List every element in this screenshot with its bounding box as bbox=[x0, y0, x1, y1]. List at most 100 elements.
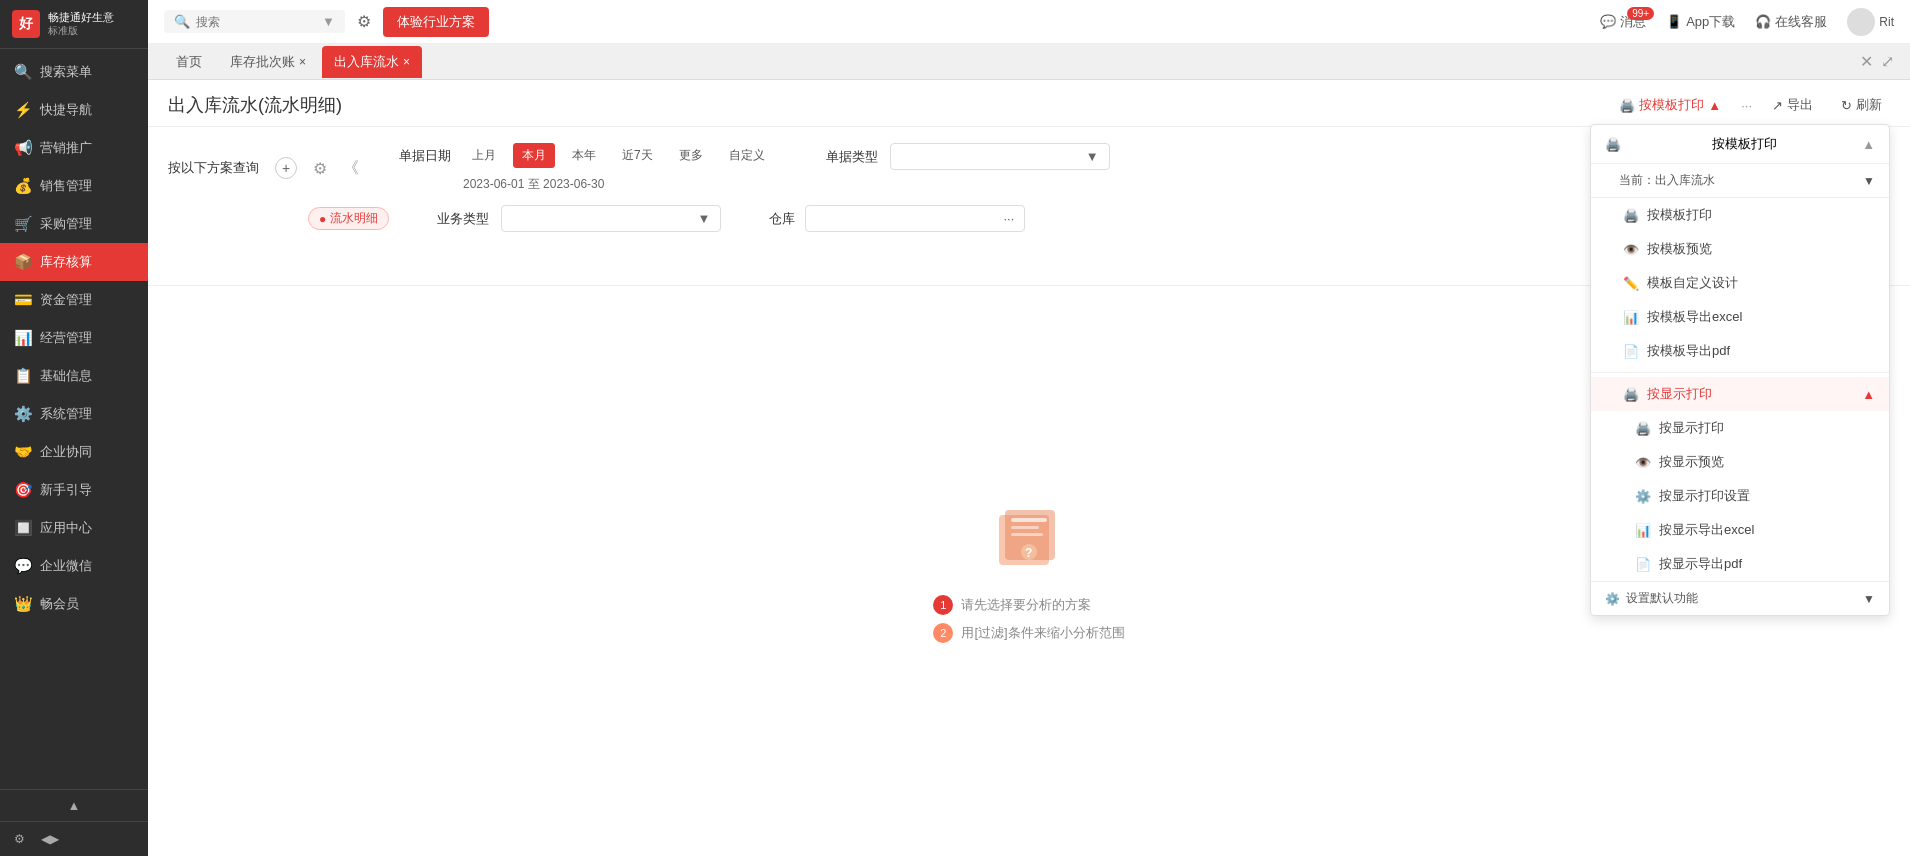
settings-gear-icon[interactable]: ⚙ bbox=[357, 12, 371, 31]
date-btn-last-month[interactable]: 上月 bbox=[463, 143, 505, 168]
dropdown-display-print-group[interactable]: 🖨️ 按显示打印 ▲ bbox=[1591, 377, 1889, 411]
dropdown-display-print-action[interactable]: 🖨️ 按显示打印 bbox=[1591, 411, 1889, 445]
solution-button[interactable]: 体验行业方案 bbox=[383, 7, 489, 37]
basic-info-icon: 📋 bbox=[14, 367, 32, 385]
doc-type-label: 单据类型 bbox=[826, 148, 882, 166]
filter-section-label: 按以下方案查询 bbox=[168, 159, 259, 177]
date-btn-this-month[interactable]: 本月 bbox=[513, 143, 555, 168]
display-print-collapse-icon[interactable]: ▲ bbox=[1862, 387, 1875, 402]
empty-step-2: 2 用[过滤]条件来缩小分析范围 bbox=[933, 623, 1124, 643]
main-content: 🔍 ▼ ⚙ 体验行业方案 💬 消息 99+ 📱 App下载 🎧 在线客服 Rit bbox=[148, 0, 1910, 856]
dropdown-display-print-settings[interactable]: ⚙️ 按显示打印设置 bbox=[1591, 479, 1889, 513]
sidebar-item-quick-nav[interactable]: ⚡ 快捷导航 bbox=[0, 91, 148, 129]
tab-batch-ledger-close[interactable]: × bbox=[299, 55, 306, 69]
empty-step-1: 1 请先选择要分析的方案 bbox=[933, 595, 1124, 615]
filter-add-button[interactable]: + bbox=[275, 157, 297, 179]
tab-batch-ledger[interactable]: 库存批次账 × bbox=[218, 46, 318, 78]
doc-type-select[interactable]: ▼ bbox=[890, 143, 1110, 170]
footer-arrow-icon: ▼ bbox=[1863, 592, 1875, 606]
dropdown-display-export-excel[interactable]: 📊 按显示导出excel bbox=[1591, 513, 1889, 547]
app-download-button[interactable]: 📱 App下载 bbox=[1666, 13, 1735, 31]
dropdown-template-print[interactable]: 🖨️ 按模板打印 bbox=[1591, 198, 1889, 232]
warehouse-filter: 仓库 ··· bbox=[769, 205, 1025, 232]
sidebar-item-operations[interactable]: 📊 经营管理 bbox=[0, 319, 148, 357]
sidebar-item-inventory[interactable]: 📦 库存核算 bbox=[0, 243, 148, 281]
sidebar-item-marketing[interactable]: 📢 营销推广 bbox=[0, 129, 148, 167]
dropdown-display-preview[interactable]: 👁️ 按显示预览 bbox=[1591, 445, 1889, 479]
tab-maximize-icon[interactable]: ⤢ bbox=[1881, 52, 1894, 71]
filter-settings-icon[interactable]: ⚙ bbox=[313, 159, 327, 178]
message-button[interactable]: 💬 消息 99+ bbox=[1600, 13, 1646, 31]
warehouse-more-icon[interactable]: ··· bbox=[1003, 211, 1014, 226]
flow-tag-icon: ● bbox=[319, 212, 326, 226]
tab-close-all-icon[interactable]: ✕ bbox=[1860, 52, 1873, 71]
sidebar-item-sales[interactable]: 💰 销售管理 bbox=[0, 167, 148, 205]
online-service-button[interactable]: 🎧 在线客服 bbox=[1755, 13, 1827, 31]
dropdown-template-export-excel[interactable]: 📊 按模板导出excel bbox=[1591, 300, 1889, 334]
refresh-button[interactable]: ↻ 刷新 bbox=[1833, 92, 1890, 118]
tab-flow[interactable]: 出入库流水 × bbox=[322, 46, 422, 78]
template-excel-icon: 📊 bbox=[1623, 309, 1639, 325]
doc-type-filter: 单据类型 ▼ bbox=[826, 143, 1110, 170]
system-icon: ⚙️ bbox=[14, 405, 32, 423]
more-options-icon[interactable]: ··· bbox=[1741, 98, 1752, 113]
date-btn-more[interactable]: 更多 bbox=[670, 143, 712, 168]
sidebar-collapse-btn[interactable]: ◀▶ bbox=[41, 832, 59, 846]
tab-flow-close[interactable]: × bbox=[403, 55, 410, 69]
dropdown-template-export-pdf[interactable]: 📄 按模板导出pdf bbox=[1591, 334, 1889, 368]
svg-rect-3 bbox=[1011, 526, 1039, 529]
sales-icon: 💰 bbox=[14, 177, 32, 195]
date-filter-buttons: 上月 本月 本年 近7天 更多 自定义 bbox=[463, 143, 774, 168]
dropdown-footer[interactable]: ⚙️ 设置默认功能 ▼ bbox=[1591, 581, 1889, 615]
sidebar-scroll-up[interactable]: ▲ bbox=[64, 794, 85, 817]
current-arrow-icon: ▼ bbox=[1863, 174, 1875, 188]
page-actions: 🖨️ 按模板打印 ▲ ··· ↗ 导出 ↻ 刷新 🖨️ 按模板 bbox=[1611, 92, 1890, 118]
sidebar-item-beginner[interactable]: 🎯 新手引导 bbox=[0, 471, 148, 509]
sidebar-item-finance[interactable]: 💳 资金管理 bbox=[0, 281, 148, 319]
export-button[interactable]: ↗ 导出 bbox=[1764, 92, 1821, 118]
biz-type-value bbox=[512, 211, 516, 226]
dropdown-template-preview[interactable]: 👁️ 按模板预览 bbox=[1591, 232, 1889, 266]
date-btn-this-year[interactable]: 本年 bbox=[563, 143, 605, 168]
sidebar-item-search[interactable]: 🔍 搜索菜单 bbox=[0, 53, 148, 91]
filter-collapse-icon[interactable]: 《 bbox=[343, 158, 359, 179]
sidebar-item-system[interactable]: ⚙️ 系统管理 bbox=[0, 395, 148, 433]
headset-icon: 🎧 bbox=[1755, 14, 1771, 29]
display-preview-icon: 👁️ bbox=[1635, 454, 1651, 470]
date-btn-custom[interactable]: 自定义 bbox=[720, 143, 774, 168]
empty-steps: 1 请先选择要分析的方案 2 用[过滤]条件来缩小分析范围 bbox=[933, 595, 1124, 643]
dropdown-collapse-icon[interactable]: ▲ bbox=[1862, 137, 1875, 152]
export-icon: ↗ bbox=[1772, 98, 1783, 113]
date-btn-7days[interactable]: 近7天 bbox=[613, 143, 662, 168]
purchase-icon: 🛒 bbox=[14, 215, 32, 233]
dropdown-template-custom[interactable]: ✏️ 模板自定义设计 bbox=[1591, 266, 1889, 300]
flow-type-tag[interactable]: ● 流水明细 bbox=[308, 207, 389, 230]
sidebar-settings-btn[interactable]: ⚙ bbox=[14, 832, 25, 846]
search-dropdown-icon[interactable]: ▼ bbox=[322, 14, 335, 29]
user-profile[interactable]: Rit bbox=[1847, 8, 1894, 36]
user-name: Rit bbox=[1879, 15, 1894, 29]
sidebar-item-basic-info[interactable]: 📋 基础信息 bbox=[0, 357, 148, 395]
date-filter-row: 单据日期 上月 本月 本年 近7天 更多 自定义 bbox=[399, 143, 774, 168]
sidebar-item-member[interactable]: 👑 畅会员 bbox=[0, 585, 148, 623]
message-icon: 💬 bbox=[1600, 14, 1616, 29]
sidebar-item-enterprise-wechat[interactable]: 💬 企业微信 bbox=[0, 547, 148, 585]
dropdown-display-export-pdf[interactable]: 📄 按显示导出pdf bbox=[1591, 547, 1889, 581]
tab-home[interactable]: 首页 bbox=[164, 46, 214, 78]
topbar: 🔍 ▼ ⚙ 体验行业方案 💬 消息 99+ 📱 App下载 🎧 在线客服 Rit bbox=[148, 0, 1910, 44]
print-template-button[interactable]: 🖨️ 按模板打印 ▲ bbox=[1611, 92, 1729, 118]
biz-type-select[interactable]: ▼ bbox=[501, 205, 721, 232]
search-box[interactable]: 🔍 ▼ bbox=[164, 10, 345, 33]
date-filter-group: 单据日期 上月 本月 本年 近7天 更多 自定义 2023-06-01 至 20… bbox=[399, 143, 774, 193]
sidebar-item-enterprise[interactable]: 🤝 企业协同 bbox=[0, 433, 148, 471]
phone-icon: 📱 bbox=[1666, 14, 1682, 29]
warehouse-select[interactable]: ··· bbox=[805, 205, 1025, 232]
app-logo: 好 畅捷通好生意 标准版 bbox=[0, 0, 148, 49]
search-input[interactable] bbox=[196, 15, 316, 29]
sidebar-item-app-center[interactable]: 🔲 应用中心 bbox=[0, 509, 148, 547]
search-icon: 🔍 bbox=[174, 14, 190, 29]
app-name: 畅捷通好生意 bbox=[48, 10, 114, 24]
quick-nav-icon: ⚡ bbox=[14, 101, 32, 119]
sidebar-item-purchase[interactable]: 🛒 采购管理 bbox=[0, 205, 148, 243]
page-content: 出入库流水(流水明细) 🖨️ 按模板打印 ▲ ··· ↗ 导出 ↻ 刷新 bbox=[148, 80, 1910, 856]
